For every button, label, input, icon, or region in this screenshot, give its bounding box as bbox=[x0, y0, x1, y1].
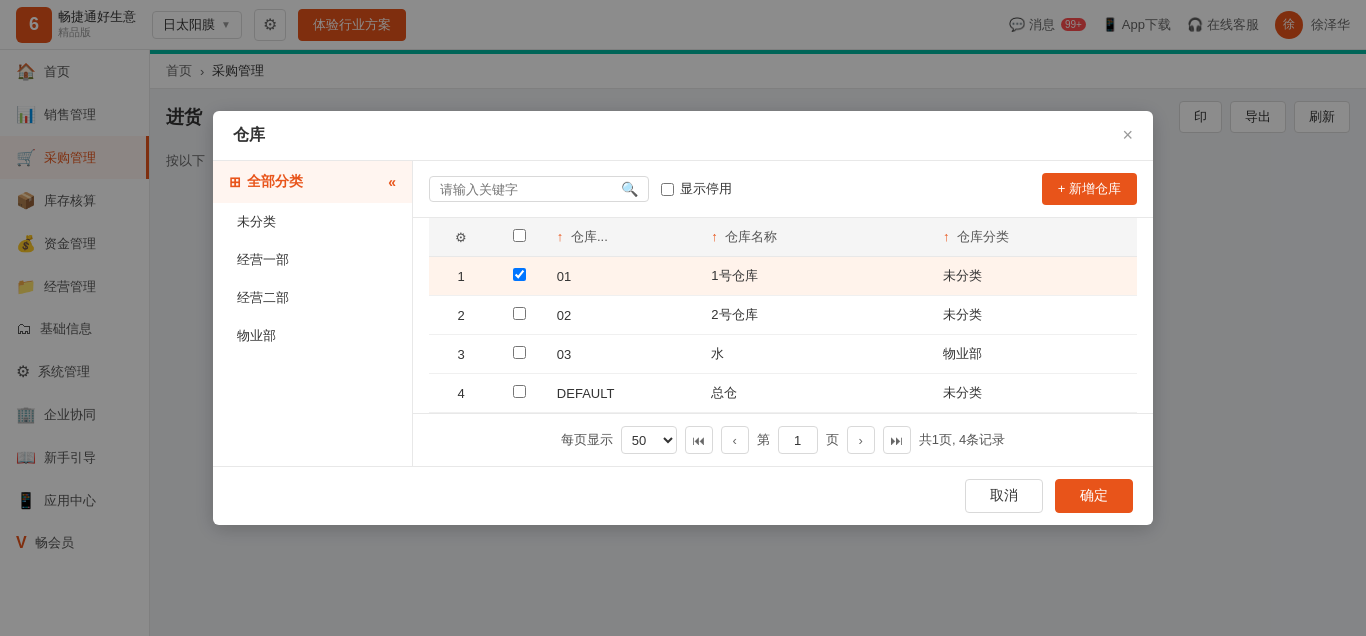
row-name: 2号仓库 bbox=[699, 296, 931, 335]
sort-icon-name: ↑ bbox=[711, 229, 718, 244]
sort-icon: ↑ bbox=[557, 229, 564, 244]
row-index: 3 bbox=[429, 335, 493, 374]
row-checkbox-cell[interactable] bbox=[493, 335, 544, 374]
row-cat: 物业部 bbox=[931, 335, 1137, 374]
row-id: 02 bbox=[545, 296, 699, 335]
add-warehouse-button[interactable]: + 新增仓库 bbox=[1042, 173, 1137, 205]
table-row[interactable]: 3 03 水 物业部 bbox=[429, 335, 1137, 374]
row-checkbox-cell[interactable] bbox=[493, 374, 544, 413]
warehouse-table: ⚙ ↑ 仓库... ↑ bbox=[429, 218, 1137, 413]
table-row[interactable]: 2 02 2号仓库 未分类 bbox=[429, 296, 1137, 335]
row-id: DEFAULT bbox=[545, 374, 699, 413]
cat-item-uncategorized[interactable]: 未分类 bbox=[213, 203, 412, 241]
cat-item-property[interactable]: 物业部 bbox=[213, 317, 412, 355]
table-row[interactable]: 1 01 1号仓库 未分类 bbox=[429, 257, 1137, 296]
row-checkbox[interactable] bbox=[513, 307, 526, 320]
show-disabled-checkbox[interactable] bbox=[661, 183, 674, 196]
sort-icon-cat: ↑ bbox=[943, 229, 950, 244]
select-all-checkbox[interactable] bbox=[513, 229, 526, 242]
search-icon[interactable]: 🔍 bbox=[621, 181, 638, 197]
cancel-button[interactable]: 取消 bbox=[965, 479, 1043, 513]
modal-body: ⊞ 全部分类 « 未分类 经营一部 经营二部 物业部 🔍 bbox=[213, 161, 1153, 466]
modal-footer: 取消 确定 bbox=[213, 466, 1153, 525]
last-page-button[interactable]: ⏭ bbox=[883, 426, 911, 454]
cat-item-dept1[interactable]: 经营一部 bbox=[213, 241, 412, 279]
all-categories-button[interactable]: ⊞ 全部分类 « bbox=[213, 161, 412, 203]
search-box: 🔍 bbox=[429, 176, 649, 202]
modal-overlay: 仓库 × ⊞ 全部分类 « 未分类 经营一部 经营二部 物业部 bbox=[0, 0, 1366, 636]
row-checkbox[interactable] bbox=[513, 346, 526, 359]
collapse-icon[interactable]: « bbox=[388, 174, 396, 190]
page-number-input[interactable] bbox=[778, 426, 818, 454]
col-header-name[interactable]: ↑ 仓库名称 bbox=[699, 218, 931, 257]
modal-header: 仓库 × bbox=[213, 111, 1153, 161]
warehouse-table-wrap: ⚙ ↑ 仓库... ↑ bbox=[413, 218, 1153, 413]
cat-item-dept2[interactable]: 经营二部 bbox=[213, 279, 412, 317]
row-checkbox-cell[interactable] bbox=[493, 257, 544, 296]
next-page-button[interactable]: › bbox=[847, 426, 875, 454]
row-index: 2 bbox=[429, 296, 493, 335]
row-checkbox[interactable] bbox=[513, 385, 526, 398]
row-name: 水 bbox=[699, 335, 931, 374]
modal-close-button[interactable]: × bbox=[1122, 125, 1133, 146]
modal-toolbar: 🔍 显示停用 + 新增仓库 bbox=[413, 161, 1153, 218]
row-id: 01 bbox=[545, 257, 699, 296]
col-header-checkbox[interactable] bbox=[493, 218, 544, 257]
search-input[interactable] bbox=[440, 182, 621, 197]
table-row[interactable]: 4 DEFAULT 总仓 未分类 bbox=[429, 374, 1137, 413]
warehouse-modal: 仓库 × ⊞ 全部分类 « 未分类 经营一部 经营二部 物业部 bbox=[213, 111, 1153, 525]
first-page-button[interactable]: ⏮ bbox=[685, 426, 713, 454]
category-sidebar: ⊞ 全部分类 « 未分类 经营一部 经营二部 物业部 bbox=[213, 161, 413, 466]
row-checkbox-cell[interactable] bbox=[493, 296, 544, 335]
col-header-id[interactable]: ↑ 仓库... bbox=[545, 218, 699, 257]
col-header-settings[interactable]: ⚙ bbox=[429, 218, 493, 257]
row-cat: 未分类 bbox=[931, 257, 1137, 296]
row-cat: 未分类 bbox=[931, 374, 1137, 413]
row-index: 4 bbox=[429, 374, 493, 413]
confirm-button[interactable]: 确定 bbox=[1055, 479, 1133, 513]
per-page-select[interactable]: 50 10 20 100 bbox=[621, 426, 677, 454]
col-header-cat[interactable]: ↑ 仓库分类 bbox=[931, 218, 1137, 257]
grid-icon: ⊞ bbox=[229, 174, 241, 190]
row-name: 总仓 bbox=[699, 374, 931, 413]
row-checkbox[interactable] bbox=[513, 268, 526, 281]
row-cat: 未分类 bbox=[931, 296, 1137, 335]
row-index: 1 bbox=[429, 257, 493, 296]
row-id: 03 bbox=[545, 335, 699, 374]
row-name: 1号仓库 bbox=[699, 257, 931, 296]
prev-page-button[interactable]: ‹ bbox=[721, 426, 749, 454]
pagination: 每页显示 50 10 20 100 ⏮ ‹ 第 页 › ⏭ 共1页, 4条记录 bbox=[413, 413, 1153, 466]
show-disabled-checkbox-label[interactable]: 显示停用 bbox=[661, 180, 732, 198]
modal-title: 仓库 bbox=[233, 125, 265, 146]
modal-main-panel: 🔍 显示停用 + 新增仓库 ⚙ bbox=[413, 161, 1153, 466]
